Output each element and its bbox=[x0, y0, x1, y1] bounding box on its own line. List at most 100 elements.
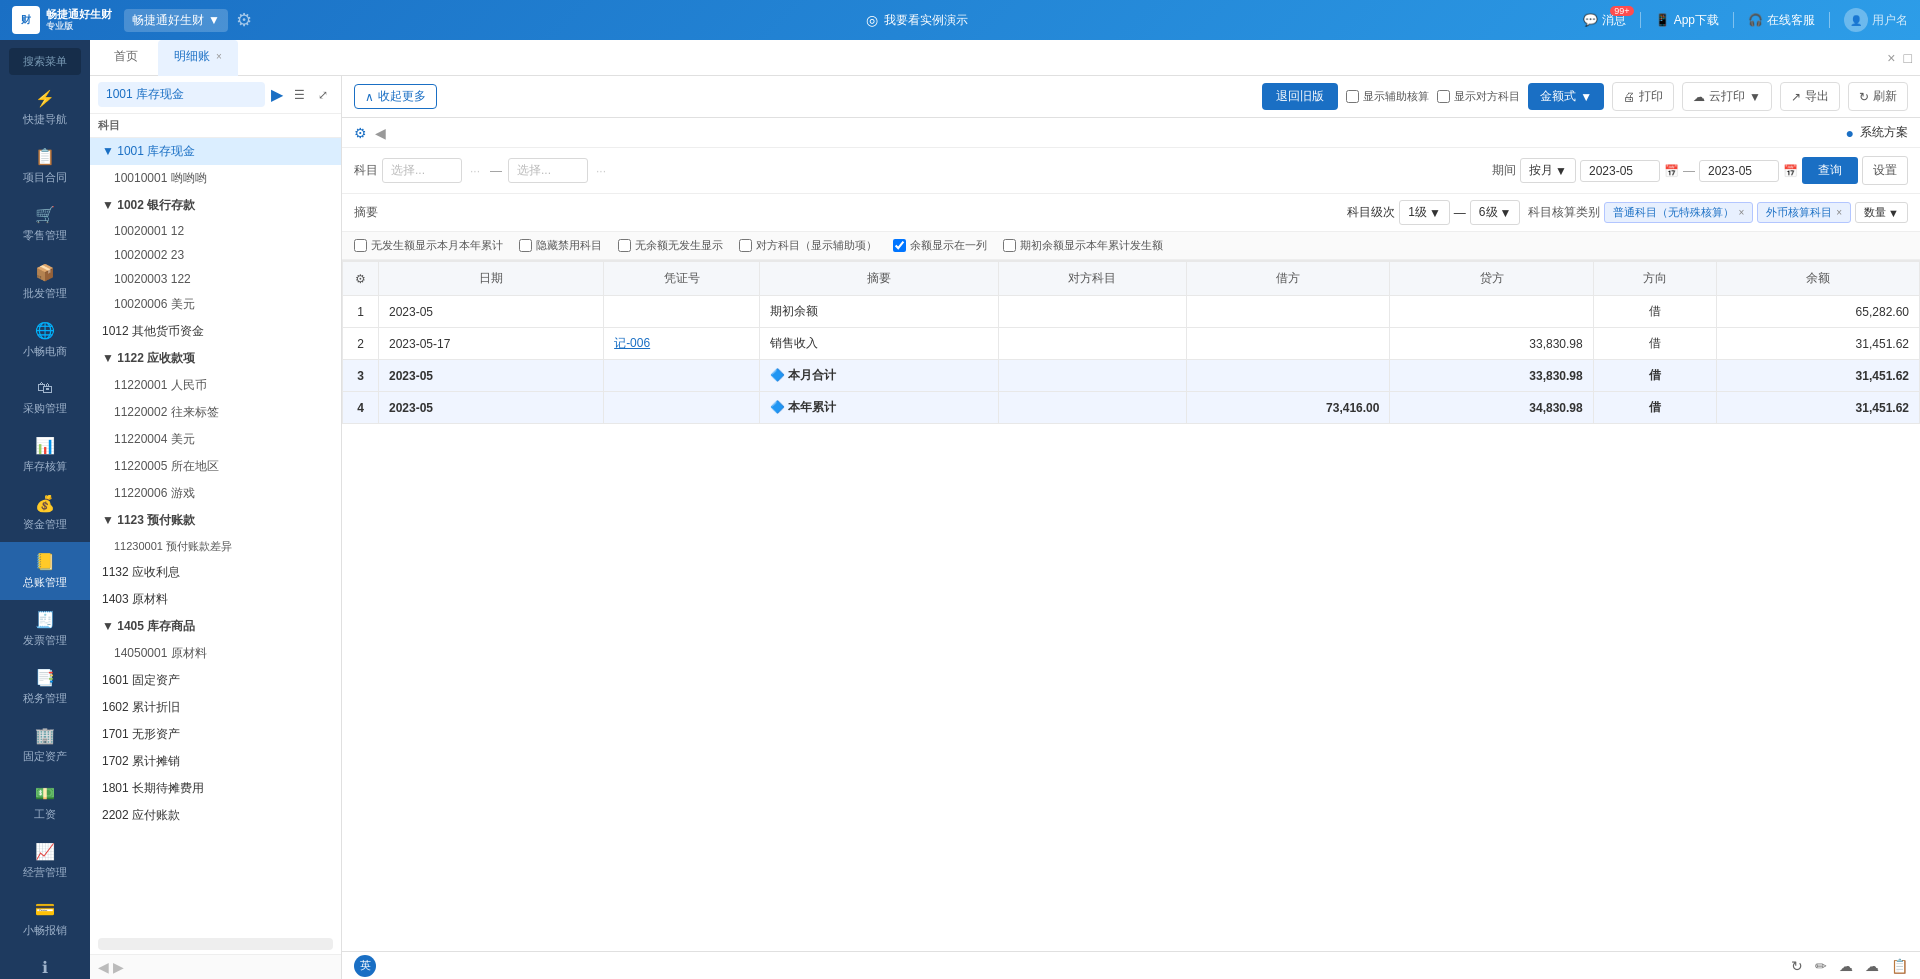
account-item-10010001[interactable]: 10010001 哟哟哟 bbox=[90, 165, 341, 192]
date-cal-icon[interactable]: 📅 bbox=[1664, 164, 1679, 178]
account-item-1012[interactable]: 1012 其他货币资金 bbox=[90, 318, 341, 345]
account-item-14050001[interactable]: 14050001 原材料 bbox=[90, 640, 341, 667]
opt-hide-disabled-check[interactable] bbox=[519, 239, 532, 252]
account-item-11220004[interactable]: 11220004 美元 bbox=[90, 426, 341, 453]
bottom-copy-icon[interactable]: 📋 bbox=[1891, 958, 1908, 974]
app-download-btn[interactable]: 📱 App下载 bbox=[1655, 12, 1719, 29]
gear-icon[interactable]: ⚙ bbox=[236, 9, 252, 31]
opt-balance-one-col-check[interactable] bbox=[893, 239, 906, 252]
account-item-1601[interactable]: 1601 固定资产 bbox=[90, 667, 341, 694]
tree-expand-icon[interactable]: ⤢ bbox=[313, 85, 333, 105]
tree-nav-left[interactable]: ◀ bbox=[98, 959, 109, 975]
cat-tag-foreign-close[interactable]: × bbox=[1836, 207, 1842, 218]
account-item-2202[interactable]: 2202 应付账款 bbox=[90, 802, 341, 829]
set-btn[interactable]: 设置 bbox=[1862, 156, 1908, 185]
sidebar-item-fixed-assets[interactable]: 🏢 固定资产 bbox=[0, 716, 90, 774]
account-item-11220001[interactable]: 11220001 人民币 bbox=[90, 372, 341, 399]
account-item-11220005[interactable]: 11220005 所在地区 bbox=[90, 453, 341, 480]
qty-btn[interactable]: 数量 ▼ bbox=[1855, 202, 1908, 223]
account-item-11230001[interactable]: 11230001 预付账款差异 bbox=[90, 534, 341, 559]
account-item-1405[interactable]: ▼ 1405 库存商品 bbox=[90, 613, 341, 640]
export-btn[interactable]: ↗ 导出 bbox=[1780, 82, 1840, 111]
opt-no-balance-occur-check[interactable] bbox=[618, 239, 631, 252]
amount-style-btn[interactable]: 金额式 ▼ bbox=[1528, 83, 1604, 110]
sidebar-item-ledger[interactable]: 📒 总账管理 bbox=[0, 542, 90, 600]
cat-tag-normal-close[interactable]: × bbox=[1738, 207, 1744, 218]
sidebar-item-ecommerce[interactable]: 🌐 小畅电商 bbox=[0, 311, 90, 369]
tree-nav-right[interactable]: ▶ bbox=[113, 959, 124, 975]
sidebar-item-quick-nav[interactable]: ⚡ 快捷导航 bbox=[0, 79, 90, 137]
account-item-1602[interactable]: 1602 累计折旧 bbox=[90, 694, 341, 721]
bottom-cloud1-icon[interactable]: ☁ bbox=[1839, 958, 1853, 974]
account-item-1403[interactable]: 1403 原材料 bbox=[90, 586, 341, 613]
tab-close-icon[interactable]: × bbox=[216, 51, 222, 62]
date-cal-icon2[interactable]: 📅 bbox=[1783, 164, 1798, 178]
print-btn[interactable]: 🖨 打印 bbox=[1612, 82, 1674, 111]
sidebar-item-retail[interactable]: 🛒 零售管理 bbox=[0, 195, 90, 253]
account-item-1132[interactable]: 1132 应收利息 bbox=[90, 559, 341, 586]
tree-scrollbar[interactable] bbox=[98, 938, 333, 950]
account-item-1702[interactable]: 1702 累计摊销 bbox=[90, 748, 341, 775]
account-item-11220002[interactable]: 11220002 往来标签 bbox=[90, 399, 341, 426]
sidebar-item-salary[interactable]: 💵 工资 bbox=[0, 774, 90, 832]
subject-to-input[interactable]: 选择... bbox=[508, 158, 588, 183]
bottom-cloud2-icon[interactable]: ☁ bbox=[1865, 958, 1879, 974]
refresh-btn[interactable]: ↻ 刷新 bbox=[1848, 82, 1908, 111]
account-item-10020006[interactable]: 10020006 美元 bbox=[90, 291, 341, 318]
account-item-1002[interactable]: ▼ 1002 银行存款 bbox=[90, 192, 341, 219]
account-item-1701[interactable]: 1701 无形资产 bbox=[90, 721, 341, 748]
online-service-btn[interactable]: 🎧 在线客服 bbox=[1748, 12, 1815, 29]
date-to-input[interactable]: 2023-05 bbox=[1699, 160, 1779, 182]
bottom-refresh-icon[interactable]: ↻ bbox=[1791, 958, 1803, 974]
opt-no-occur-check[interactable] bbox=[354, 239, 367, 252]
level-from-select[interactable]: 1级 ▼ bbox=[1399, 200, 1450, 225]
opt-opposite-show-check[interactable] bbox=[739, 239, 752, 252]
sidebar-item-operation[interactable]: 📈 经营管理 bbox=[0, 832, 90, 890]
demo-link[interactable]: ◎ 我要看实例演示 bbox=[252, 12, 1583, 29]
more-btn[interactable]: ∧ 收起更多 bbox=[354, 84, 437, 109]
date-from-input[interactable]: 2023-05 bbox=[1580, 160, 1660, 182]
account-item-1122[interactable]: ▼ 1122 应收款项 bbox=[90, 345, 341, 372]
sidebar-item-marketing[interactable]: 💳 小畅报销 bbox=[0, 890, 90, 948]
scheme-settings-icon[interactable]: ⚙ bbox=[354, 125, 367, 141]
sidebar-item-purchase[interactable]: 🛍 采购管理 bbox=[0, 369, 90, 426]
eat-btn[interactable]: 英 bbox=[354, 955, 376, 977]
sidebar-item-capital[interactable]: 💰 资金管理 bbox=[0, 484, 90, 542]
user-avatar[interactable]: 👤 用户名 bbox=[1844, 8, 1908, 32]
level-to-select[interactable]: 6级 ▼ bbox=[1470, 200, 1521, 225]
sidebar-item-tax[interactable]: 📑 税务管理 bbox=[0, 658, 90, 716]
auxiliary-checkbox[interactable] bbox=[1346, 90, 1359, 103]
tree-list-icon[interactable]: ☰ bbox=[289, 85, 309, 105]
query-btn[interactable]: 查询 bbox=[1802, 157, 1858, 184]
sidebar-item-project[interactable]: 📋 项目合同 bbox=[0, 137, 90, 195]
company-selector[interactable]: 畅捷通好生财 ▼ bbox=[124, 9, 228, 32]
tab-detail[interactable]: 明细账 × bbox=[158, 40, 238, 76]
bottom-edit-icon[interactable]: ✏ bbox=[1815, 958, 1827, 974]
back-old-version-btn[interactable]: 退回旧版 bbox=[1262, 83, 1338, 110]
window-expand-btn[interactable]: □ bbox=[1904, 50, 1912, 66]
row-voucher-2[interactable]: 记-006 bbox=[604, 328, 760, 360]
account-item-1001[interactable]: ▼ 1001 库存现金 bbox=[90, 138, 341, 165]
sidebar-item-inventory[interactable]: 📊 库存核算 bbox=[0, 426, 90, 484]
opt-initial-show-check[interactable] bbox=[1003, 239, 1016, 252]
col-settings[interactable]: ⚙ bbox=[343, 262, 379, 296]
account-item-10020002[interactable]: 10020002 23 bbox=[90, 243, 341, 267]
collapse-icon[interactable]: ◀ bbox=[375, 125, 386, 141]
opposite-checkbox[interactable] bbox=[1437, 90, 1450, 103]
account-item-11220006[interactable]: 11220006 游戏 bbox=[90, 480, 341, 507]
account-item-10020001[interactable]: 10020001 12 bbox=[90, 219, 341, 243]
sidebar-item-base-info[interactable]: ℹ 基础信息 bbox=[0, 948, 90, 979]
message-btn[interactable]: 💬 消息 99+ bbox=[1583, 12, 1626, 29]
cloud-print-btn[interactable]: ☁ 云打印 ▼ bbox=[1682, 82, 1772, 111]
period-select[interactable]: 按月 ▼ bbox=[1520, 158, 1576, 183]
navigate-next-btn[interactable]: ▶ bbox=[271, 85, 283, 104]
subject-from-input[interactable]: 选择... bbox=[382, 158, 462, 183]
account-item-1801[interactable]: 1801 长期待摊费用 bbox=[90, 775, 341, 802]
account-item-10020003[interactable]: 10020003 122 bbox=[90, 267, 341, 291]
sidebar-item-wholesale[interactable]: 📦 批发管理 bbox=[0, 253, 90, 311]
window-close-btn[interactable]: × bbox=[1887, 50, 1895, 66]
tab-home[interactable]: 首页 bbox=[98, 40, 154, 76]
sidebar-item-invoice[interactable]: 🧾 发票管理 bbox=[0, 600, 90, 658]
account-item-1123[interactable]: ▼ 1123 预付账款 bbox=[90, 507, 341, 534]
search-menu[interactable]: 搜索菜单 bbox=[9, 48, 81, 75]
